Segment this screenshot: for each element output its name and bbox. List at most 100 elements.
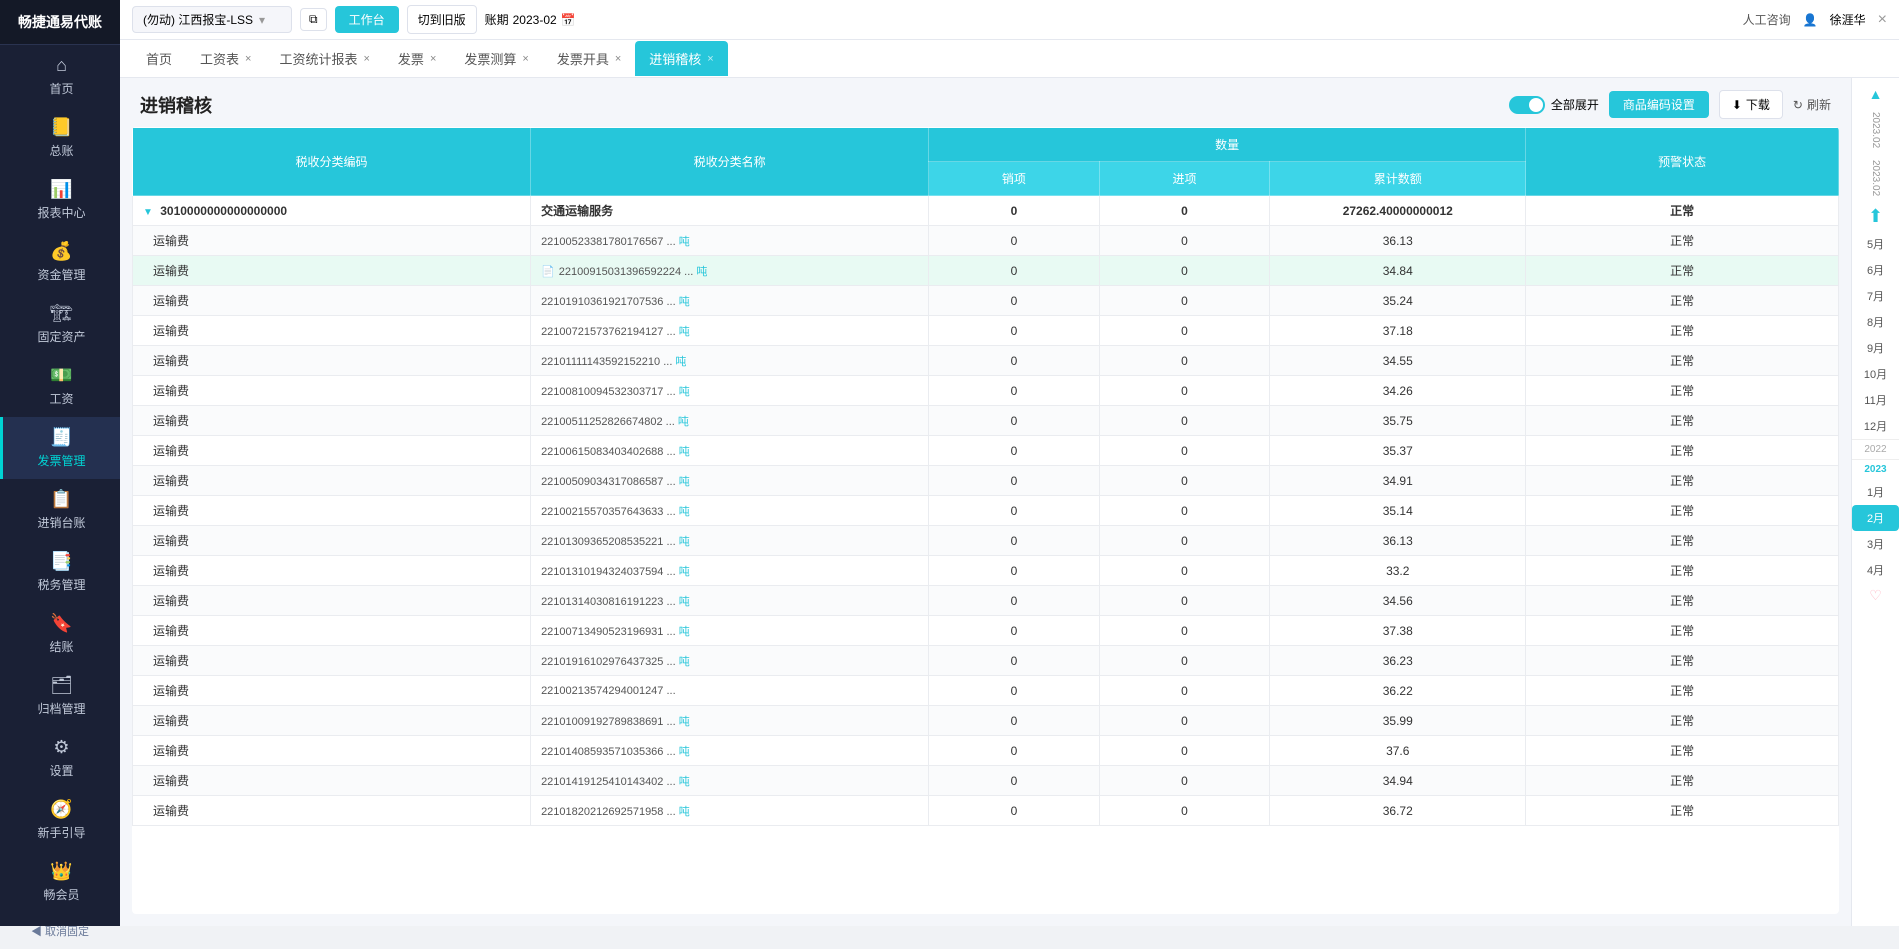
file-icon: 📄 [541, 266, 555, 278]
tab-payroll-stats-close[interactable]: × [363, 53, 369, 65]
tab-payroll-close[interactable]: × [245, 53, 251, 65]
calendar-sidebar: ▲ 2023.02 2023.02 ⬆ 5月 6月 7月 8月 9月 10月 1… [1851, 78, 1899, 926]
tab-invoice-calc-close[interactable]: × [522, 53, 528, 65]
expand-icon[interactable]: ▼ [143, 207, 153, 218]
sidebar-item-sales-ledger[interactable]: 📋 进销台账 [0, 479, 120, 541]
sidebar-item-funds[interactable]: 💰 资金管理 [0, 231, 120, 293]
sidebar-item-ledger[interactable]: 📒 总账 [0, 107, 120, 169]
refresh-button[interactable]: ↻ 刷新 [1793, 96, 1831, 113]
sidebar-item-guide[interactable]: 🧭 新手引导 [0, 789, 120, 851]
tab-invoice-close[interactable]: × [430, 53, 436, 65]
data-table-wrapper: 税收分类编码 税收分类名称 数量 预警状态 销项 进项 累计数额 ▼ [132, 127, 1839, 914]
table-row: 运输费 22101910361921707536 ... 吨 0 0 35.24… [133, 286, 1839, 316]
cell-purchase: 0 [1099, 196, 1270, 226]
sidebar-item-closing[interactable]: 🔖 结账 [0, 603, 120, 665]
cell-sales: 0 [929, 616, 1100, 646]
calendar-month-feb[interactable]: 2月 [1852, 505, 1899, 531]
calendar-up-arrow[interactable]: ▲ [1865, 82, 1887, 106]
cell-item-name: 运输费 [133, 286, 531, 316]
cell-cumulative: 35.99 [1270, 706, 1526, 736]
cell-purchase: 0 [1099, 586, 1270, 616]
cell-sales: 0 [929, 706, 1100, 736]
sidebar-item-reports[interactable]: 📊 报表中心 [0, 169, 120, 231]
cell-tax-name: 交通运输服务 [531, 196, 929, 226]
sidebar-item-salary[interactable]: 💵 工资 [0, 355, 120, 417]
cell-sales: 0 [929, 526, 1100, 556]
calendar-month-mar[interactable]: 3月 [1852, 531, 1899, 557]
tab-invoice-issue-close[interactable]: × [615, 53, 621, 65]
archive-icon: 🗂 [50, 675, 73, 696]
calendar-month-apr[interactable]: 4月 [1852, 557, 1899, 583]
calendar-month-oct[interactable]: 10月 [1852, 361, 1899, 387]
sidebar-item-archive[interactable]: 🗂 归档管理 [0, 665, 120, 727]
sidebar-item-tax[interactable]: 📑 税务管理 [0, 541, 120, 603]
tab-sales-reconcile-label: 进销稽核 [649, 49, 701, 68]
cell-warning: 正常 [1526, 796, 1839, 826]
close-button[interactable]: × [1878, 11, 1887, 29]
copy-button[interactable]: ⧉ [300, 8, 327, 31]
cell-warning: 正常 [1526, 586, 1839, 616]
cell-invoice-code: 22100213574294001247 ... [531, 676, 929, 706]
table-row: 运输费 22100810094532303717 ... 吨 0 0 34.26… [133, 376, 1839, 406]
cell-sales: 0 [929, 346, 1100, 376]
tab-invoice-issue[interactable]: 发票开具 × [543, 41, 635, 76]
sidebar-item-settings[interactable]: ⚙ 设置 [0, 727, 120, 789]
cell-cumulative: 35.37 [1270, 436, 1526, 466]
calendar-month-may[interactable]: 5月 [1852, 231, 1899, 257]
cell-warning: 正常 [1526, 436, 1839, 466]
calendar-month-sep[interactable]: 9月 [1852, 335, 1899, 361]
tab-invoice-calc[interactable]: 发票测算 × [450, 41, 542, 76]
tab-sales-reconcile[interactable]: 进销稽核 × [635, 41, 727, 76]
cell-cumulative: 34.55 [1270, 346, 1526, 376]
topbar-right: 人工咨询 👤 徐涯华 × [1743, 11, 1887, 29]
unpin-button[interactable]: ◀ 取消固定 [0, 913, 120, 949]
switch-version-button[interactable]: 切到旧版 [407, 5, 477, 34]
company-selector[interactable]: (勿动) 江西报宝-LSS ▾ [132, 6, 292, 33]
sidebar-item-invoice-mgmt[interactable]: 🧾 发票管理 [0, 417, 120, 479]
cell-item-name: 运输费 [133, 496, 531, 526]
unit-badge: 吨 [676, 806, 690, 818]
table-row: 运输费 22100213574294001247 ... 0 0 36.22 正… [133, 676, 1839, 706]
sidebar-item-home[interactable]: ⌂ 首页 [0, 45, 120, 107]
table-row: 运输费 22101419125410143402 ... 吨 0 0 34.94… [133, 766, 1839, 796]
sidebar-item-member[interactable]: 👑 畅会员 [0, 851, 120, 913]
calendar-up-icon[interactable]: ⬆ [1864, 202, 1887, 231]
col-header-quantity: 数量 [929, 128, 1526, 162]
page-title: 进销稽核 [140, 92, 212, 118]
ledger-icon: 📒 [50, 117, 72, 138]
tab-sales-reconcile-close[interactable]: × [707, 53, 713, 65]
calendar-month-jul[interactable]: 7月 [1852, 283, 1899, 309]
cell-invoice-code: 22100215570357643633 ... 吨 [531, 496, 929, 526]
cell-purchase: 0 [1099, 406, 1270, 436]
cell-invoice-code: 22101009192789838691 ... 吨 [531, 706, 929, 736]
product-code-setting-button[interactable]: 商品编码设置 [1609, 91, 1709, 118]
calendar-month-dec[interactable]: 12月 [1852, 413, 1899, 439]
download-button[interactable]: ⬇ 下载 [1719, 90, 1783, 119]
calendar-month-jun[interactable]: 6月 [1852, 257, 1899, 283]
tab-invoice-label: 发票 [398, 49, 424, 68]
calendar-month-aug[interactable]: 8月 [1852, 309, 1899, 335]
cell-sales: 0 [929, 316, 1100, 346]
tab-home[interactable]: 首页 [132, 41, 186, 76]
cell-purchase: 0 [1099, 256, 1270, 286]
cell-purchase: 0 [1099, 376, 1270, 406]
calendar-month-jan[interactable]: 1月 [1852, 479, 1899, 505]
table-row: 运输费 22100721573762194127 ... 吨 0 0 37.18… [133, 316, 1839, 346]
support-link[interactable]: 人工咨询 [1743, 11, 1791, 28]
tab-invoice[interactable]: 发票 × [384, 41, 450, 76]
cell-warning: 正常 [1526, 346, 1839, 376]
tab-payroll[interactable]: 工资表 × [186, 41, 265, 76]
calendar-month-nov[interactable]: 11月 [1852, 387, 1899, 413]
cell-sales: 0 [929, 736, 1100, 766]
toggle-switch[interactable] [1509, 96, 1545, 114]
cell-invoice-code: 22100615083403402688 ... 吨 [531, 436, 929, 466]
unit-badge: 吨 [676, 776, 690, 788]
expand-toggle[interactable]: 全部展开 [1509, 96, 1599, 114]
unit-badge: 吨 [676, 446, 690, 458]
cell-sales: 0 [929, 286, 1100, 316]
unit-badge: 吨 [676, 656, 690, 668]
sidebar-item-assets[interactable]: 🏗 固定资产 [0, 293, 120, 355]
tab-payroll-stats[interactable]: 工资统计报表 × [265, 41, 383, 76]
cell-invoice-code: 22101310194324037594 ... 吨 [531, 556, 929, 586]
workbench-button[interactable]: 工作台 [335, 6, 399, 33]
